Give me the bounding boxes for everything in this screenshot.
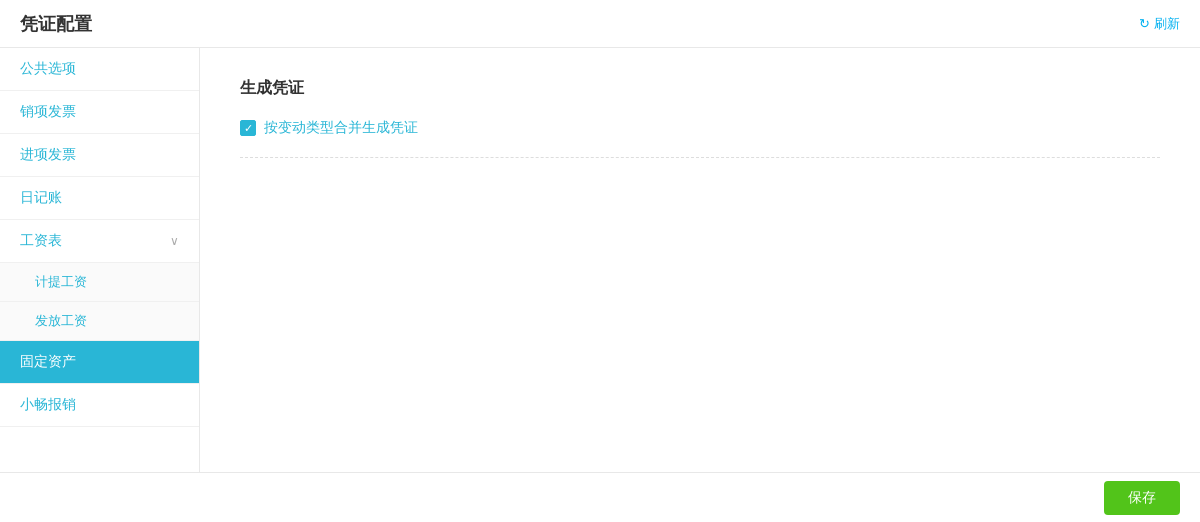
refresh-icon: ↻: [1139, 16, 1150, 31]
sidebar-item-journal[interactable]: 日记账: [0, 177, 199, 220]
sidebar-item-label: 日记账: [20, 189, 62, 207]
sidebar-item-label: 固定资产: [20, 353, 76, 371]
sidebar-item-payroll-table[interactable]: 工资表 ∨: [0, 220, 199, 263]
save-button[interactable]: 保存: [1104, 481, 1180, 515]
refresh-label: 刷新: [1154, 15, 1180, 33]
section-title: 生成凭证: [240, 78, 1160, 99]
sidebar-item-sales-invoice[interactable]: 销项发票: [0, 91, 199, 134]
sidebar-item-label: 小畅报销: [20, 396, 76, 414]
sidebar-item-label: 销项发票: [20, 103, 76, 121]
header: 凭证配置 ↻ 刷新: [0, 0, 1200, 48]
chevron-down-icon: ∨: [170, 234, 179, 248]
merge-by-type-checkbox[interactable]: [240, 120, 256, 136]
checkbox-row: 按变动类型合并生成凭证: [240, 119, 1160, 137]
sidebar-item-label: 公共选项: [20, 60, 76, 78]
sidebar-item-label: 发放工资: [35, 313, 87, 328]
sidebar-item-calc-payroll[interactable]: 计提工资: [0, 263, 199, 302]
sidebar-item-purchase-invoice[interactable]: 进项发票: [0, 134, 199, 177]
sidebar-item-label: 工资表: [20, 232, 62, 250]
content-area: 生成凭证 按变动类型合并生成凭证: [200, 48, 1200, 472]
sidebar-item-fixed-assets[interactable]: 固定资产: [0, 341, 199, 384]
footer: 保存: [0, 472, 1200, 522]
sidebar: 公共选项 销项发票 进项发票 日记账 工资表 ∨ 计提工资 发放工资 固定资产 …: [0, 48, 200, 472]
main-layout: 公共选项 销项发票 进项发票 日记账 工资表 ∨ 计提工资 发放工资 固定资产 …: [0, 48, 1200, 472]
divider: [240, 157, 1160, 158]
refresh-button[interactable]: ↻ 刷新: [1139, 15, 1180, 33]
sidebar-item-label: 进项发票: [20, 146, 76, 164]
page-title: 凭证配置: [20, 12, 92, 36]
checkbox-label[interactable]: 按变动类型合并生成凭证: [264, 119, 418, 137]
sidebar-item-label: 计提工资: [35, 274, 87, 289]
sidebar-item-expense-reimbursement[interactable]: 小畅报销: [0, 384, 199, 427]
sidebar-item-pay-payroll[interactable]: 发放工资: [0, 302, 199, 341]
sidebar-item-public-options[interactable]: 公共选项: [0, 48, 199, 91]
